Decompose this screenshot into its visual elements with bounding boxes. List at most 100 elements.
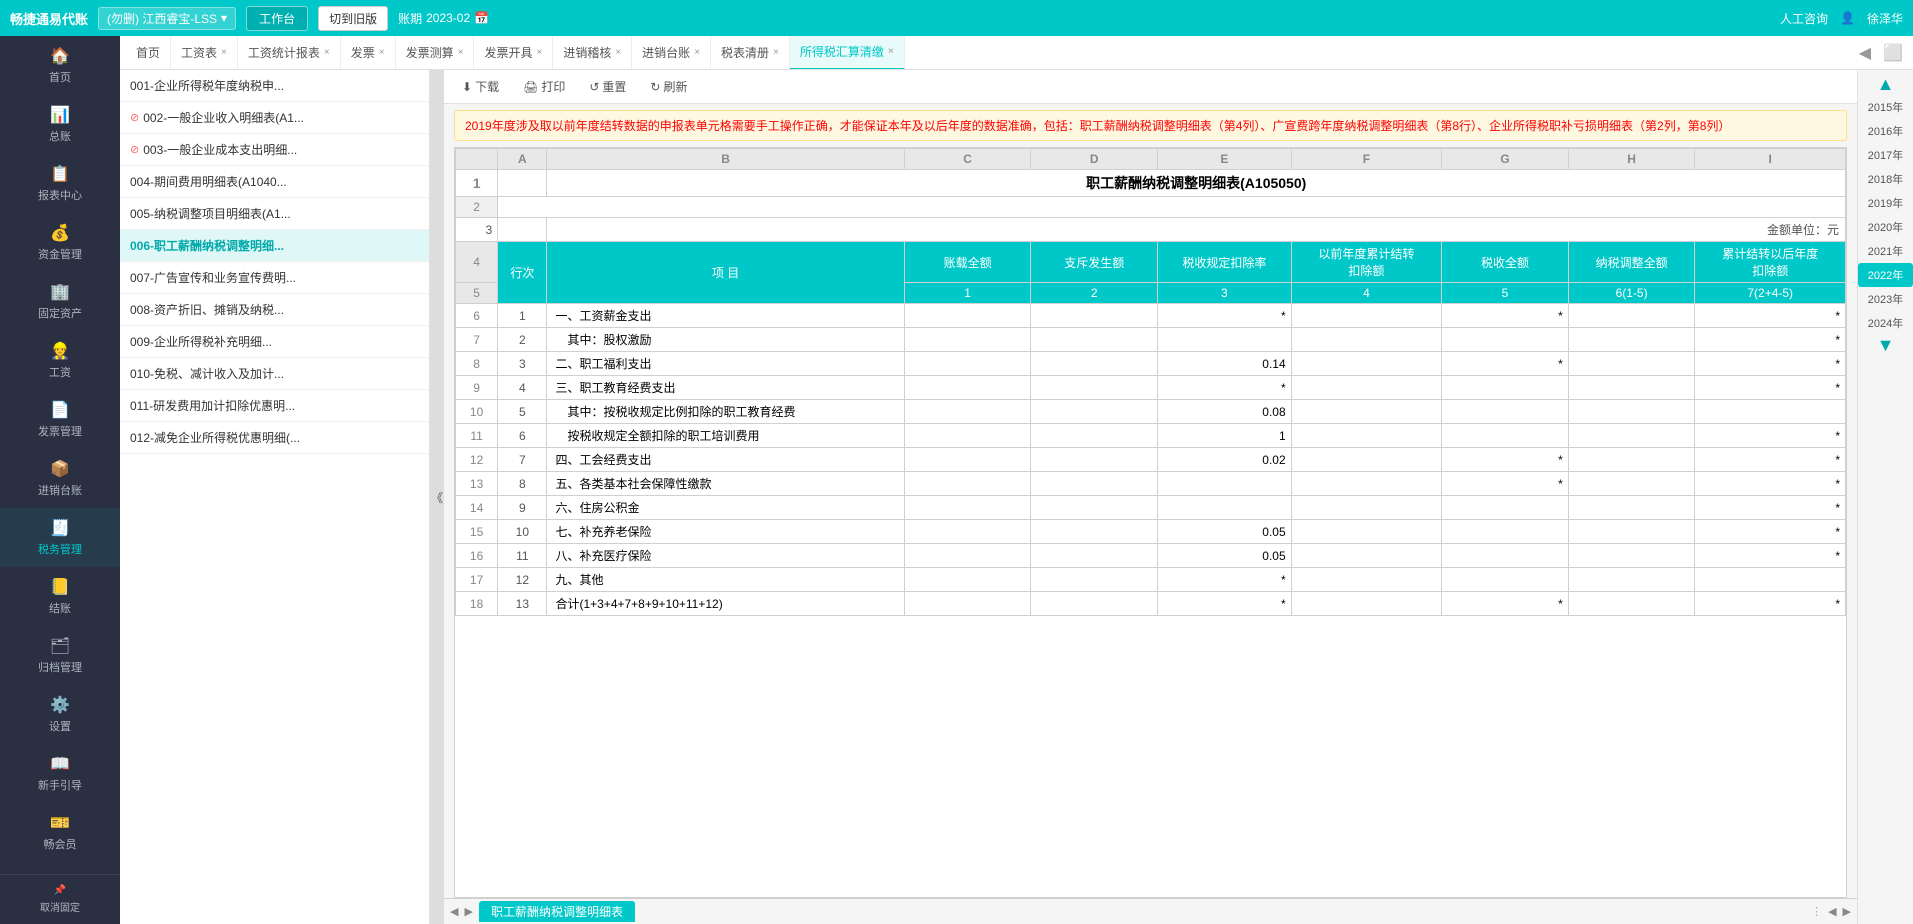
row-10-i[interactable]	[1695, 400, 1846, 424]
row-18-i[interactable]: *	[1695, 592, 1846, 616]
scroll-right-btn[interactable]: ▶	[1843, 905, 1851, 918]
row-7-f[interactable]	[1291, 328, 1442, 352]
row-10-e[interactable]: 0.08	[1158, 400, 1292, 424]
year-2019[interactable]: 2019年	[1858, 191, 1913, 215]
row-10-d[interactable]	[1031, 400, 1158, 424]
year-down-arrow[interactable]: ▼	[1877, 335, 1895, 356]
sidebar-item-close-account[interactable]: 📒 结账	[0, 567, 120, 626]
row-15-e[interactable]: 0.05	[1158, 520, 1292, 544]
row-8-g[interactable]: *	[1442, 352, 1569, 376]
left-item-007[interactable]: 007-广告宣传和业务宣传费明...	[120, 262, 429, 294]
row-10-g[interactable]	[1442, 400, 1569, 424]
row-13-h[interactable]	[1568, 472, 1695, 496]
row-18-e[interactable]: *	[1158, 592, 1292, 616]
sidebar-item-home[interactable]: 🏠 首页	[0, 36, 120, 95]
left-item-003[interactable]: ⊘ 003-一般企业成本支出明细...	[120, 134, 429, 166]
row-11-c[interactable]	[904, 424, 1031, 448]
tab-maximize-btn[interactable]: ⬜	[1879, 43, 1907, 63]
row-9-f[interactable]	[1291, 376, 1442, 400]
sheet-tab-main[interactable]: 职工薪酬纳税调整明细表	[479, 901, 635, 922]
row-7-d[interactable]	[1031, 328, 1158, 352]
close-invoice-calc-tab[interactable]: ×	[458, 47, 464, 58]
row-15-h[interactable]	[1568, 520, 1695, 544]
left-item-002[interactable]: ⊘ 002-一般企业收入明细表(A1...	[120, 102, 429, 134]
row-12-h[interactable]	[1568, 448, 1695, 472]
row-7-h[interactable]	[1568, 328, 1695, 352]
row-17-e[interactable]: *	[1158, 568, 1292, 592]
row-8-e[interactable]: 0.14	[1158, 352, 1292, 376]
row-15-f[interactable]	[1291, 520, 1442, 544]
tab-invoice-open[interactable]: 发票开具 ×	[474, 36, 553, 70]
left-item-006[interactable]: 006-职工薪酬纳税调整明细...	[120, 230, 429, 262]
row-13-f[interactable]	[1291, 472, 1442, 496]
collapse-left-panel-btn[interactable]: 《	[430, 70, 444, 924]
sidebar-item-payroll[interactable]: 👷 工资	[0, 331, 120, 390]
tab-invoice-calc[interactable]: 发票测算 ×	[396, 36, 475, 70]
tab-payroll[interactable]: 工资表 ×	[171, 36, 238, 70]
row-18-h[interactable]	[1568, 592, 1695, 616]
row-12-c[interactable]	[904, 448, 1031, 472]
sidebar-item-reports[interactable]: 📋 报表中心	[0, 154, 120, 213]
row-11-d[interactable]	[1031, 424, 1158, 448]
row-11-i[interactable]: *	[1695, 424, 1846, 448]
row-6-h[interactable]	[1568, 304, 1695, 328]
row-14-i[interactable]: *	[1695, 496, 1846, 520]
row-17-h[interactable]	[1568, 568, 1695, 592]
sidebar-item-settings[interactable]: ⚙️ 设置	[0, 685, 120, 744]
row-13-c[interactable]	[904, 472, 1031, 496]
row-16-f[interactable]	[1291, 544, 1442, 568]
row-13-g[interactable]: *	[1442, 472, 1569, 496]
year-2020[interactable]: 2020年	[1858, 215, 1913, 239]
row-7-i[interactable]: *	[1695, 328, 1846, 352]
row-9-e[interactable]: *	[1158, 376, 1292, 400]
row-8-h[interactable]	[1568, 352, 1695, 376]
year-2021[interactable]: 2021年	[1858, 239, 1913, 263]
tab-home[interactable]: 首页	[126, 36, 171, 70]
row-14-g[interactable]	[1442, 496, 1569, 520]
row-7-e[interactable]	[1158, 328, 1292, 352]
row-12-d[interactable]	[1031, 448, 1158, 472]
left-item-004[interactable]: 004-期间费用明细表(A1040...	[120, 166, 429, 198]
row-9-c[interactable]	[904, 376, 1031, 400]
row-15-i[interactable]: *	[1695, 520, 1846, 544]
close-income-tax-tab[interactable]: ×	[888, 46, 894, 57]
row-15-d[interactable]	[1031, 520, 1158, 544]
row-6-c[interactable]	[904, 304, 1031, 328]
sidebar-unpin-btn[interactable]: 📌 取消固定	[0, 875, 120, 924]
left-item-005[interactable]: 005-纳税调整项目明细表(A1...	[120, 198, 429, 230]
tab-invoice[interactable]: 发票 ×	[341, 36, 396, 70]
row-16-i[interactable]: *	[1695, 544, 1846, 568]
row-14-d[interactable]	[1031, 496, 1158, 520]
calendar-icon[interactable]: 📅	[474, 11, 489, 25]
tab-sales-ledger[interactable]: 进销台账 ×	[632, 36, 711, 70]
row-8-f[interactable]	[1291, 352, 1442, 376]
row-7-c[interactable]	[904, 328, 1031, 352]
sidebar-item-sales-ledger[interactable]: 📦 进销台账	[0, 449, 120, 508]
row-9-d[interactable]	[1031, 376, 1158, 400]
close-sales-verify-tab[interactable]: ×	[615, 47, 621, 58]
row-12-f[interactable]	[1291, 448, 1442, 472]
year-2023[interactable]: 2023年	[1858, 287, 1913, 311]
row-13-d[interactable]	[1031, 472, 1158, 496]
left-item-012[interactable]: 012-减免企业所得税优惠明细(...	[120, 422, 429, 454]
row-11-f[interactable]	[1291, 424, 1442, 448]
tab-tax-register[interactable]: 税表清册 ×	[711, 36, 790, 70]
close-sales-ledger-tab[interactable]: ×	[694, 47, 700, 58]
year-2016[interactable]: 2016年	[1858, 119, 1913, 143]
support-btn[interactable]: 人工咨询	[1780, 10, 1828, 27]
tab-payroll-stats[interactable]: 工资统计报表 ×	[238, 36, 341, 70]
left-item-008[interactable]: 008-资产折旧、摊销及纳税...	[120, 294, 429, 326]
sidebar-item-assets[interactable]: 🏢 固定资产	[0, 272, 120, 331]
row-13-e[interactable]	[1158, 472, 1292, 496]
row-10-f[interactable]	[1291, 400, 1442, 424]
row-14-h[interactable]	[1568, 496, 1695, 520]
row-11-h[interactable]	[1568, 424, 1695, 448]
year-2015[interactable]: 2015年	[1858, 95, 1913, 119]
prev-sheet-btn[interactable]: ◀	[450, 905, 458, 918]
row-12-e[interactable]: 0.02	[1158, 448, 1292, 472]
tab-prev-btn[interactable]: ◀	[1855, 43, 1875, 63]
row-6-g[interactable]: *	[1442, 304, 1569, 328]
row-16-e[interactable]: 0.05	[1158, 544, 1292, 568]
year-up-arrow[interactable]: ▲	[1877, 74, 1895, 95]
row-16-d[interactable]	[1031, 544, 1158, 568]
